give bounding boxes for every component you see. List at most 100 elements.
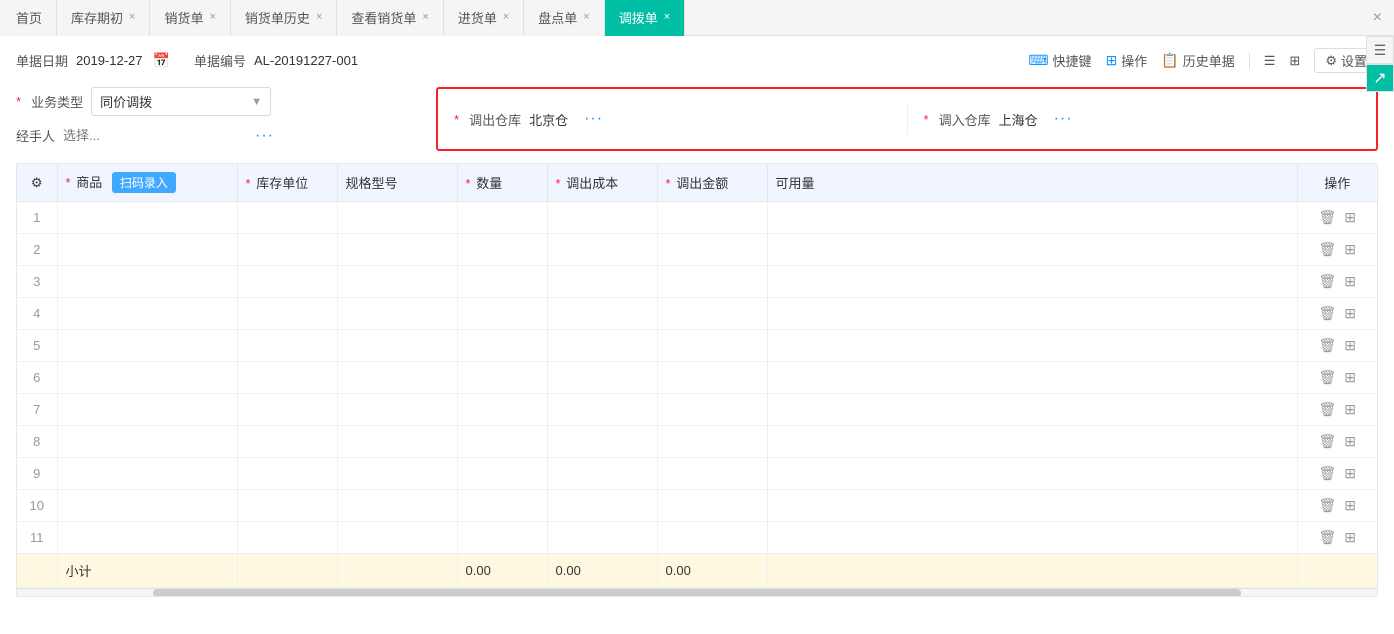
cell-qty[interactable]	[457, 458, 547, 490]
cell-product[interactable]	[57, 234, 237, 266]
cell-qty[interactable]	[457, 426, 547, 458]
delete-icon[interactable]: 🗑	[1318, 337, 1336, 354]
cell-unit[interactable]	[237, 234, 337, 266]
cell-amount[interactable]	[657, 330, 767, 362]
right-panel-list-btn[interactable]: ☰	[1366, 36, 1394, 64]
delete-icon[interactable]: 🗑	[1318, 369, 1336, 386]
close-sales-history[interactable]: ×	[316, 12, 322, 23]
cell-spec[interactable]	[337, 266, 457, 298]
tab-sales-order[interactable]: 销货单 ×	[150, 0, 230, 36]
transfer-in-value[interactable]: 上海仓	[999, 110, 1038, 129]
cell-product[interactable]	[57, 394, 237, 426]
close-view-sales[interactable]: ×	[422, 12, 428, 23]
delete-icon[interactable]: 🗑	[1318, 401, 1336, 418]
cell-qty[interactable]	[457, 202, 547, 234]
cell-qty[interactable]	[457, 522, 547, 554]
right-panel-export-btn[interactable]: ↗	[1366, 64, 1394, 92]
cell-cost[interactable]	[547, 234, 657, 266]
tab-sales-history[interactable]: 销货单历史 ×	[231, 0, 337, 36]
copy-icon[interactable]: ⊞	[1344, 465, 1356, 482]
cell-amount[interactable]	[657, 522, 767, 554]
transfer-out-value[interactable]: 北京仓	[529, 110, 568, 129]
cell-cost[interactable]	[547, 298, 657, 330]
cell-cost[interactable]	[547, 458, 657, 490]
cell-spec[interactable]	[337, 330, 457, 362]
cell-unit[interactable]	[237, 394, 337, 426]
cell-qty[interactable]	[457, 330, 547, 362]
cell-spec[interactable]	[337, 426, 457, 458]
cell-spec[interactable]	[337, 458, 457, 490]
cell-cost[interactable]	[547, 394, 657, 426]
cell-product[interactable]	[57, 522, 237, 554]
copy-icon[interactable]: ⊞	[1344, 529, 1356, 546]
delete-icon[interactable]: 🗑	[1318, 433, 1336, 450]
cell-cost[interactable]	[547, 490, 657, 522]
shortcuts-btn[interactable]: ⌨ 快捷键	[1028, 51, 1091, 70]
business-type-select[interactable]: 同价调拨 ▼	[91, 87, 271, 116]
cell-cost[interactable]	[547, 330, 657, 362]
cell-amount[interactable]	[657, 394, 767, 426]
delete-icon[interactable]: 🗑	[1318, 465, 1336, 482]
cell-unit[interactable]	[237, 426, 337, 458]
tab-stocktake[interactable]: 盘点单 ×	[524, 0, 604, 36]
cell-qty[interactable]	[457, 234, 547, 266]
cell-product[interactable]	[57, 202, 237, 234]
cell-amount[interactable]	[657, 298, 767, 330]
tab-purchase[interactable]: 进货单 ×	[444, 0, 524, 36]
cell-product[interactable]	[57, 266, 237, 298]
tab-inventory-init[interactable]: 库存期初 ×	[57, 0, 150, 36]
cell-amount[interactable]	[657, 202, 767, 234]
cell-product[interactable]	[57, 362, 237, 394]
copy-icon[interactable]: ⊞	[1344, 209, 1356, 226]
cell-unit[interactable]	[237, 490, 337, 522]
cell-amount[interactable]	[657, 490, 767, 522]
delete-icon[interactable]: 🗑	[1318, 273, 1336, 290]
cell-product[interactable]	[57, 298, 237, 330]
cell-spec[interactable]	[337, 298, 457, 330]
copy-icon[interactable]: ⊞	[1344, 401, 1356, 418]
transfer-in-more-btn[interactable]: ···	[1054, 110, 1073, 128]
grid-view-btn[interactable]: ⊞	[1289, 53, 1300, 69]
cell-spec[interactable]	[337, 522, 457, 554]
cell-spec[interactable]	[337, 202, 457, 234]
manager-input[interactable]	[63, 128, 239, 143]
cell-cost[interactable]	[547, 426, 657, 458]
delete-icon[interactable]: 🗑	[1318, 241, 1336, 258]
copy-icon[interactable]: ⊞	[1344, 241, 1356, 258]
history-btn[interactable]: 📋 历史单据	[1161, 51, 1234, 70]
close-transfer[interactable]: ×	[664, 12, 670, 23]
delete-icon[interactable]: 🗑	[1318, 209, 1336, 226]
close-purchase[interactable]: ×	[503, 12, 509, 23]
cell-qty[interactable]	[457, 298, 547, 330]
delete-icon[interactable]: 🗑	[1318, 305, 1336, 322]
cell-amount[interactable]	[657, 362, 767, 394]
cell-amount[interactable]	[657, 234, 767, 266]
cell-cost[interactable]	[547, 362, 657, 394]
transfer-out-more-btn[interactable]: ···	[584, 110, 603, 128]
close-all-tabs[interactable]: ×	[1361, 9, 1394, 27]
cell-spec[interactable]	[337, 490, 457, 522]
copy-icon[interactable]: ⊞	[1344, 305, 1356, 322]
cell-unit[interactable]	[237, 330, 337, 362]
cell-qty[interactable]	[457, 394, 547, 426]
cell-spec[interactable]	[337, 362, 457, 394]
manager-more-btn[interactable]: ···	[255, 127, 274, 145]
cell-spec[interactable]	[337, 234, 457, 266]
copy-icon[interactable]: ⊞	[1344, 273, 1356, 290]
cell-spec[interactable]	[337, 394, 457, 426]
tab-transfer[interactable]: 调拨单 ×	[605, 0, 685, 36]
close-stocktake[interactable]: ×	[583, 12, 589, 23]
operations-btn[interactable]: ⊞ 操作	[1106, 51, 1148, 70]
cell-unit[interactable]	[237, 202, 337, 234]
cell-cost[interactable]	[547, 202, 657, 234]
cell-amount[interactable]	[657, 458, 767, 490]
cell-cost[interactable]	[547, 522, 657, 554]
th-gear[interactable]: ⚙	[17, 164, 57, 202]
calendar-icon[interactable]: 📅	[153, 52, 170, 69]
copy-icon[interactable]: ⊞	[1344, 433, 1356, 450]
scan-input-btn[interactable]: 扫码录入	[112, 172, 176, 193]
horizontal-scrollbar[interactable]	[17, 588, 1377, 596]
tab-view-sales[interactable]: 查看销货单 ×	[337, 0, 443, 36]
date-value[interactable]: 2019-12-27	[76, 53, 143, 68]
cell-qty[interactable]	[457, 362, 547, 394]
